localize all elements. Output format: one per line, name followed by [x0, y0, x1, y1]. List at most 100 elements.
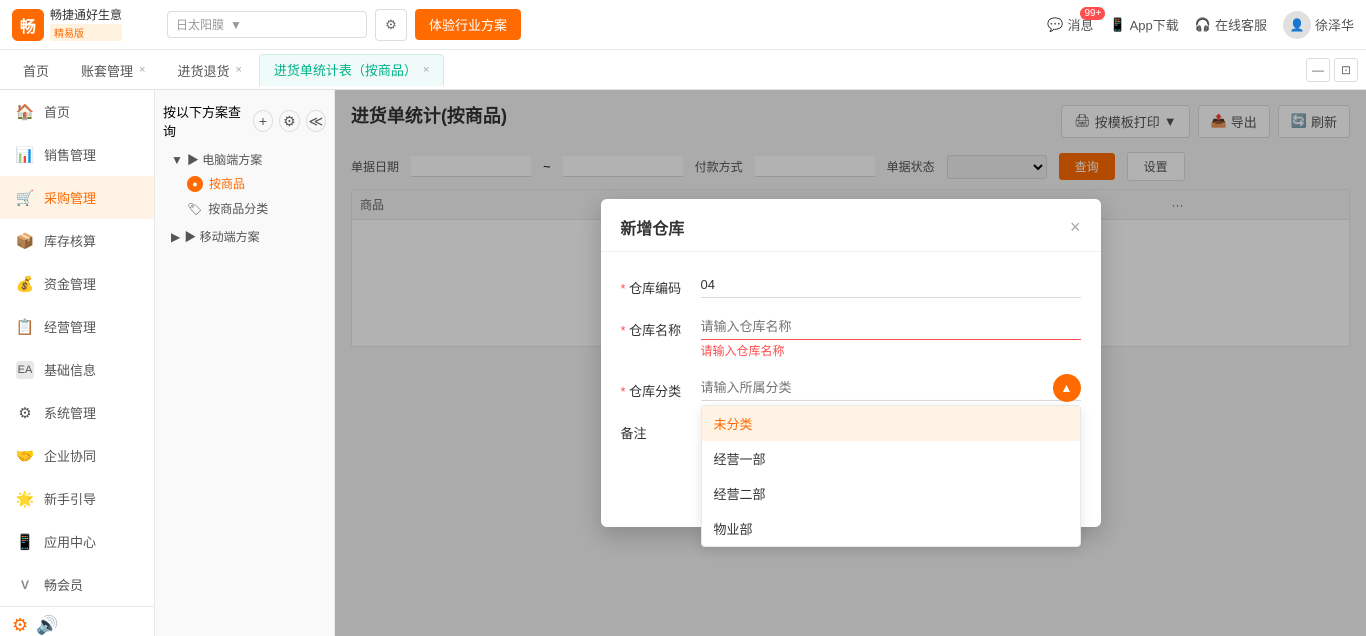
form-row-name: 仓库名称 请输入仓库名称 — [621, 314, 1081, 359]
dialog-close-button[interactable]: × — [1070, 218, 1081, 236]
active-scheme-dot: ● — [187, 176, 203, 192]
online-service-button[interactable]: 🎧 在线客服 — [1195, 15, 1267, 34]
logo-title: 畅捷通好生意 — [50, 8, 122, 24]
tab-maximize-button[interactable]: ⊡ — [1334, 58, 1358, 82]
query-settings-button[interactable]: ⚙ — [279, 110, 299, 132]
tab-account[interactable]: 账套管理 × — [66, 54, 160, 86]
scheme-item-by-product[interactable]: ● 按商品 — [171, 171, 326, 196]
top-header: 畅 畅捷通好生意 精易版 日太阳膜 ▼ ⚙ 体验行业方案 💬 消息 99+ 📱 … — [0, 0, 1366, 50]
logo-icon: 畅 — [12, 9, 44, 41]
sidebar-item-finance[interactable]: 💰 资金管理 — [0, 262, 154, 305]
sidebar-item-basic[interactable]: EA 基础信息 — [0, 348, 154, 391]
sidebar-item-operation[interactable]: 📋 经营管理 — [0, 305, 154, 348]
scheme-group-mobile-header[interactable]: ▶ ▶ 移动端方案 — [171, 225, 326, 248]
category-dropdown-list: 未分类 经营一部 经营二部 物业部 — [701, 405, 1081, 547]
dropdown-item-dept2[interactable]: 经营二部 — [702, 476, 1080, 511]
headset-icon: 🎧 — [1195, 17, 1211, 33]
form-row-code: 仓库编码 — [621, 272, 1081, 298]
inventory-icon: 📦 — [16, 232, 34, 250]
dropdown-item-uncategorized[interactable]: 未分类 — [702, 406, 1080, 441]
finance-icon: 💰 — [16, 275, 34, 293]
tab-bar: 首页 账套管理 × 进货退货 × 进货单统计表（按商品） × — ⊡ — [0, 50, 1366, 90]
sidebar-label-inventory: 库存核算 — [44, 231, 96, 250]
tab-account-label: 账套管理 — [81, 61, 133, 80]
basic-icon: EA — [16, 361, 34, 379]
sidebar-item-inventory[interactable]: 📦 库存核算 — [0, 219, 154, 262]
notification-badge: 99+ — [1080, 7, 1105, 20]
dropdown-item-property[interactable]: 物业部 — [702, 511, 1080, 546]
sidebar-item-sales[interactable]: 📊 销售管理 — [0, 133, 154, 176]
tab-purchase-stat-label: 进货单统计表（按商品） — [274, 60, 417, 79]
sidebar-item-cooperation[interactable]: 🤝 企业协同 — [0, 434, 154, 477]
sidebar-item-system[interactable]: ⚙ 系统管理 — [0, 391, 154, 434]
dialog-header: 新增仓库 × — [601, 199, 1101, 252]
sidebar-item-guide[interactable]: 🌟 新手引导 — [0, 477, 154, 520]
trial-button[interactable]: 体验行业方案 — [415, 9, 521, 40]
sidebar-bottom: ⚙ 🔊 — [0, 606, 154, 636]
main-layout: 🏠 首页 📊 销售管理 🛒 采购管理 📦 库存核算 💰 资金管理 📋 经营管理 … — [0, 90, 1366, 636]
scheme-group-mobile: ▶ ▶ 移动端方案 — [171, 225, 326, 248]
sidebar-item-purchase[interactable]: 🛒 采购管理 — [0, 176, 154, 219]
cooperation-icon: 🤝 — [16, 447, 34, 465]
scheme-by-category-label: 按商品分类 — [208, 200, 268, 217]
scheme-group-computer-header[interactable]: ▼ ▶ 电脑端方案 — [171, 148, 326, 171]
dialog-body: 仓库编码 仓库名称 请输入仓库名称 — [601, 252, 1101, 475]
tab-home-label: 首页 — [23, 61, 49, 80]
computer-expand-icon: ▼ — [171, 153, 183, 167]
apps-icon: 📱 — [16, 533, 34, 551]
sidebar-label-member: 畅会员 — [44, 575, 83, 594]
scheme-tree: ▼ ▶ 电脑端方案 ● 按商品 🏷 按商品分类 ▶ ▶ 移动端 — [163, 148, 326, 248]
left-query-panel: 按以下方案查询 + ⚙ ≪ ▼ ▶ 电脑端方案 ● 按商品 🏷 — [155, 90, 335, 636]
scheme-item-by-category[interactable]: 🏷 按商品分类 — [171, 196, 326, 221]
code-control — [701, 272, 1081, 298]
name-label: 仓库名称 — [621, 314, 701, 339]
search-box[interactable]: 日太阳膜 ▼ — [167, 11, 367, 38]
sales-icon: 📊 — [16, 146, 34, 164]
sidebar-label-guide: 新手引导 — [44, 489, 96, 508]
search-text: 日太阳膜 — [176, 16, 224, 33]
logo-text-block: 畅捷通好生意 精易版 — [50, 8, 122, 41]
tab-purchase-stat-close[interactable]: × — [423, 64, 429, 76]
logo-badge: 精易版 — [50, 24, 122, 41]
sidebar-item-member[interactable]: V 畅会员 — [0, 563, 154, 606]
notification-button[interactable]: 💬 消息 99+ — [1047, 15, 1093, 34]
header-right: 💬 消息 99+ 📱 App下载 🎧 在线客服 👤 徐泽华 — [1047, 11, 1354, 39]
user-menu-button[interactable]: 👤 徐泽华 — [1283, 11, 1354, 39]
query-panel-title: 按以下方案查询 — [163, 102, 247, 140]
tab-purchase-stat[interactable]: 进货单统计表（按商品） × — [259, 54, 444, 86]
scheme-by-product-label: 按商品 — [209, 175, 245, 192]
query-collapse-button[interactable]: ≪ — [306, 110, 326, 132]
category-arrow-button[interactable]: ▲ — [1053, 374, 1081, 402]
scheme-group-computer: ▼ ▶ 电脑端方案 ● 按商品 🏷 按商品分类 — [171, 148, 326, 221]
dropdown-item-dept1[interactable]: 经营一部 — [702, 441, 1080, 476]
sidebar-item-home[interactable]: 🏠 首页 — [0, 90, 154, 133]
query-add-button[interactable]: + — [253, 110, 273, 132]
category-control: ▲ — [701, 375, 1081, 401]
sidebar-label-apps: 应用中心 — [44, 532, 96, 551]
code-input[interactable] — [701, 272, 1081, 298]
tab-home[interactable]: 首页 — [8, 54, 64, 86]
app-download-button[interactable]: 📱 App下载 — [1109, 15, 1178, 34]
form-row-category: 仓库分类 ▲ 未分类 经营一部 经营二部 物业部 — [621, 375, 1081, 401]
sidebar-settings-icon[interactable]: ⚙ — [12, 615, 28, 636]
sidebar-label-cooperation: 企业协同 — [44, 446, 96, 465]
sidebar-speaker-icon[interactable]: 🔊 — [36, 615, 58, 636]
tab-purchase-return-close[interactable]: × — [235, 64, 241, 76]
tab-purchase-return[interactable]: 进货退货 × — [162, 54, 256, 86]
app-download-label: App下载 — [1130, 15, 1179, 34]
mobile-expand-icon: ▶ — [171, 230, 180, 244]
tab-controls: — ⊡ — [1306, 58, 1358, 82]
tab-account-close[interactable]: × — [139, 64, 145, 76]
name-input[interactable] — [701, 314, 1081, 340]
sidebar-label-home: 首页 — [44, 102, 70, 121]
category-input[interactable] — [701, 375, 1081, 401]
content-wrapper: 按以下方案查询 + ⚙ ≪ ▼ ▶ 电脑端方案 ● 按商品 🏷 — [155, 90, 1366, 636]
tab-minimize-button[interactable]: — — [1306, 58, 1330, 82]
member-icon: V — [16, 576, 34, 594]
note-label: 备注 — [621, 417, 701, 442]
sidebar-label-system: 系统管理 — [44, 403, 96, 422]
sidebar-item-apps[interactable]: 📱 应用中心 — [0, 520, 154, 563]
sidebar-label-purchase: 采购管理 — [44, 188, 96, 207]
settings-button[interactable]: ⚙ — [375, 9, 407, 41]
main-body: 进货单统计(按商品) 🖨 按模板打印 ▼ 📤 导出 🔄 刷新 — [335, 90, 1366, 636]
